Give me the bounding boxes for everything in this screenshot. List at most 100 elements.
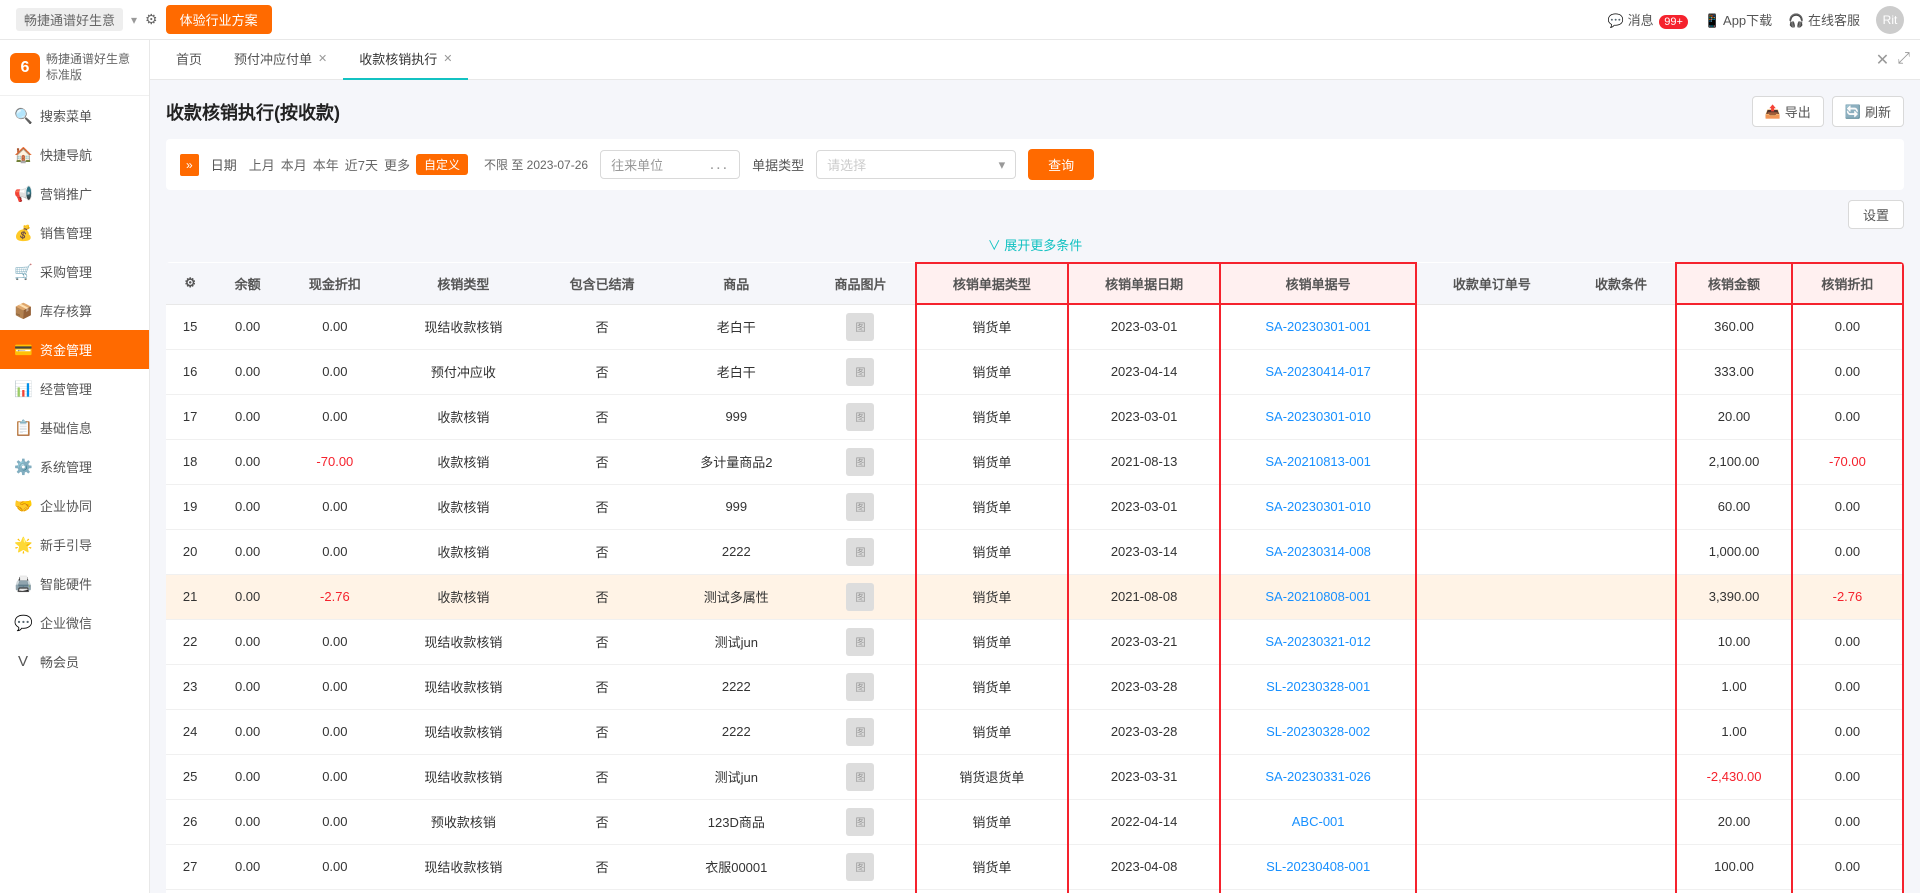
sidebar-item-guide[interactable]: 🌟 新手引导 [0, 525, 149, 564]
sidebar-item-search[interactable]: 🔍 搜索菜单 [0, 96, 149, 135]
tab-receipt[interactable]: 收款核销执行 ✕ [343, 40, 468, 80]
bill-no-cell[interactable]: ABC-001 [1220, 799, 1416, 844]
bill-no-cell[interactable]: SA-20230301-010 [1220, 394, 1416, 439]
maximize-icon[interactable]: ⤢ [1897, 50, 1910, 70]
bill-no-cell[interactable]: SA-20230414-017 [1220, 349, 1416, 394]
top-bar-right: 💬 消息 99+ 📱 App下载 🎧 在线客服 Rit [1608, 6, 1904, 34]
date-btn-more[interactable]: 更多 [384, 155, 410, 174]
bill-type-cell: 销货退货单 [916, 754, 1068, 799]
avatar[interactable]: Rit [1876, 6, 1904, 34]
writeoff-discount-cell: 0.00 [1792, 529, 1903, 574]
col-product-image: 商品图片 [806, 263, 915, 304]
writeoff-discount-cell: 0.00 [1792, 619, 1903, 664]
col-product: 商品 [666, 263, 806, 304]
bill-no-cell[interactable]: SA-20210813-001 [1220, 439, 1416, 484]
bill-no-cell[interactable]: SA-20230301-010 [1220, 484, 1416, 529]
bill-no-cell[interactable]: SL-20230328-002 [1220, 709, 1416, 754]
date-btn-last-month[interactable]: 上月 [249, 155, 275, 174]
bill-date-cell: 2023-04-14 [1068, 349, 1220, 394]
tab-receipt-close[interactable]: ✕ [443, 52, 452, 65]
bill-no-link[interactable]: SA-20230301-010 [1265, 499, 1371, 514]
bill-no-link[interactable]: SA-20230301-010 [1265, 409, 1371, 424]
bill-no-cell[interactable]: SA-20230321-012 [1220, 619, 1416, 664]
col-settings[interactable]: ⚙ [166, 263, 214, 304]
receipt-condition-cell [1567, 889, 1676, 893]
message-icon[interactable]: 💬 消息 99+ [1608, 10, 1688, 29]
bill-no-cell[interactable]: SA-20210808-001 [1220, 574, 1416, 619]
query-button[interactable]: 查询 [1028, 149, 1094, 180]
sidebar-item-finance[interactable]: 💳 资金管理 [0, 330, 149, 369]
sidebar-item-member[interactable]: V 畅会员 [0, 642, 149, 681]
date-btn-this-month[interactable]: 本月 [281, 155, 307, 174]
bill-no-link[interactable]: SA-20210808-001 [1265, 589, 1371, 604]
online-service[interactable]: 🎧 在线客服 [1788, 10, 1860, 29]
included-cleared-cell: 否 [538, 889, 666, 893]
bill-no-cell[interactable]: SA-20230314-008 [1220, 529, 1416, 574]
date-btn-7days[interactable]: 近7天 [345, 155, 378, 174]
basics-icon: 📋 [14, 419, 32, 437]
receipt-condition-cell [1567, 799, 1676, 844]
more-conditions-bar[interactable]: ∨ 展开更多条件 [166, 235, 1904, 254]
bill-no-link[interactable]: SA-20230314-008 [1265, 544, 1371, 559]
refresh-button[interactable]: 🔄 刷新 [1832, 96, 1904, 127]
cash-discount-cell: 0.00 [281, 484, 389, 529]
close-all-icon[interactable]: ✕ [1876, 50, 1889, 70]
tab-home[interactable]: 首页 [160, 40, 218, 80]
sidebar-item-inventory[interactable]: 📦 库存核算 [0, 291, 149, 330]
col-receipt-condition: 收款条件 [1567, 263, 1676, 304]
bill-no-link[interactable]: SA-20230414-017 [1265, 364, 1371, 379]
bill-no-cell[interactable]: SL-20230408-001 [1220, 844, 1416, 889]
counterparty-input[interactable]: 往来单位 ... [600, 150, 740, 179]
row-num: 20 [166, 529, 214, 574]
bill-date-cell: 2023-04-08 [1068, 844, 1220, 889]
bill-no-link[interactable]: ABC-001 [1292, 814, 1345, 829]
bill-type-select[interactable]: 请选择 ▾ [816, 150, 1016, 179]
sidebar-item-marketing[interactable]: 📢 营销推广 [0, 174, 149, 213]
bill-no-link[interactable]: SA-20210813-001 [1265, 454, 1371, 469]
receipt-condition-cell [1567, 529, 1676, 574]
sidebar-item-sales[interactable]: 💰 销售管理 [0, 213, 149, 252]
table-row: 23 0.00 0.00 现结收款核销 否 2222 图 销货单 2023-03… [166, 664, 1903, 709]
tab-prepay[interactable]: 预付冲应付单 ✕ [218, 40, 343, 80]
settings-button[interactable]: 设置 [1848, 200, 1904, 229]
custom-date-button[interactable]: 自定义 [416, 154, 468, 175]
row-num: 23 [166, 664, 214, 709]
table-row: 24 0.00 0.00 现结收款核销 否 2222 图 销货单 2023-03… [166, 709, 1903, 754]
gear-icon[interactable]: ⚙ [145, 11, 158, 28]
bill-no-cell[interactable]: SL-20230328-001 [1220, 664, 1416, 709]
bill-no-link[interactable]: SL-20230328-002 [1266, 724, 1370, 739]
writeoff-type-cell: 现结收款核销 [389, 709, 538, 754]
bill-no-cell[interactable]: SA-20230331-026 [1220, 754, 1416, 799]
sidebar-item-enterprise[interactable]: 🤝 企业协同 [0, 486, 149, 525]
bill-no-link[interactable]: SA-20230331-026 [1265, 769, 1371, 784]
bill-no-cell[interactable]: SA-20230301-001 [1220, 304, 1416, 349]
cash-discount-cell: 0.00 [281, 754, 389, 799]
bill-no-cell[interactable]: SL-20230418-001 [1220, 889, 1416, 893]
table-wrap: ⚙ 余额 现金折扣 核销类型 包含已结清 商品 商品图片 核销单据类型 核销单据… [166, 262, 1904, 893]
counterparty-picker-icon[interactable]: ... [710, 156, 729, 174]
sidebar-item-quicknav[interactable]: 🏠 快捷导航 [0, 135, 149, 174]
balance-cell: 0.00 [214, 529, 281, 574]
balance-cell: 0.00 [214, 574, 281, 619]
sidebar-item-hardware[interactable]: 🖨️ 智能硬件 [0, 564, 149, 603]
sidebar-item-wechat[interactable]: 💬 企业微信 [0, 603, 149, 642]
writeoff-type-cell: 现结收款核销 [389, 619, 538, 664]
bill-no-link[interactable]: SL-20230408-001 [1266, 859, 1370, 874]
solution-button[interactable]: 体验行业方案 [166, 5, 272, 34]
sidebar-item-purchase[interactable]: 🛒 采购管理 [0, 252, 149, 291]
bill-no-link[interactable]: SA-20230321-012 [1265, 634, 1371, 649]
table-row: 18 0.00 -70.00 收款核销 否 多计量商品2 图 销货单 2021-… [166, 439, 1903, 484]
sidebar-item-system[interactable]: ⚙️ 系统管理 [0, 447, 149, 486]
sidebar-item-basics[interactable]: 📋 基础信息 [0, 408, 149, 447]
sidebar-item-operations[interactable]: 📊 经营管理 [0, 369, 149, 408]
col-cash-discount: 现金折扣 [281, 263, 389, 304]
tab-prepay-close[interactable]: ✕ [318, 52, 327, 65]
product-image-cell: 图 [806, 844, 915, 889]
date-btn-this-year[interactable]: 本年 [313, 155, 339, 174]
filter-expand-button[interactable]: » [180, 154, 199, 176]
bill-no-link[interactable]: SA-20230301-001 [1265, 319, 1371, 334]
included-cleared-cell: 否 [538, 619, 666, 664]
export-button[interactable]: 📤 导出 [1752, 96, 1824, 127]
bill-no-link[interactable]: SL-20230328-001 [1266, 679, 1370, 694]
app-download[interactable]: 📱 App下载 [1704, 10, 1772, 29]
